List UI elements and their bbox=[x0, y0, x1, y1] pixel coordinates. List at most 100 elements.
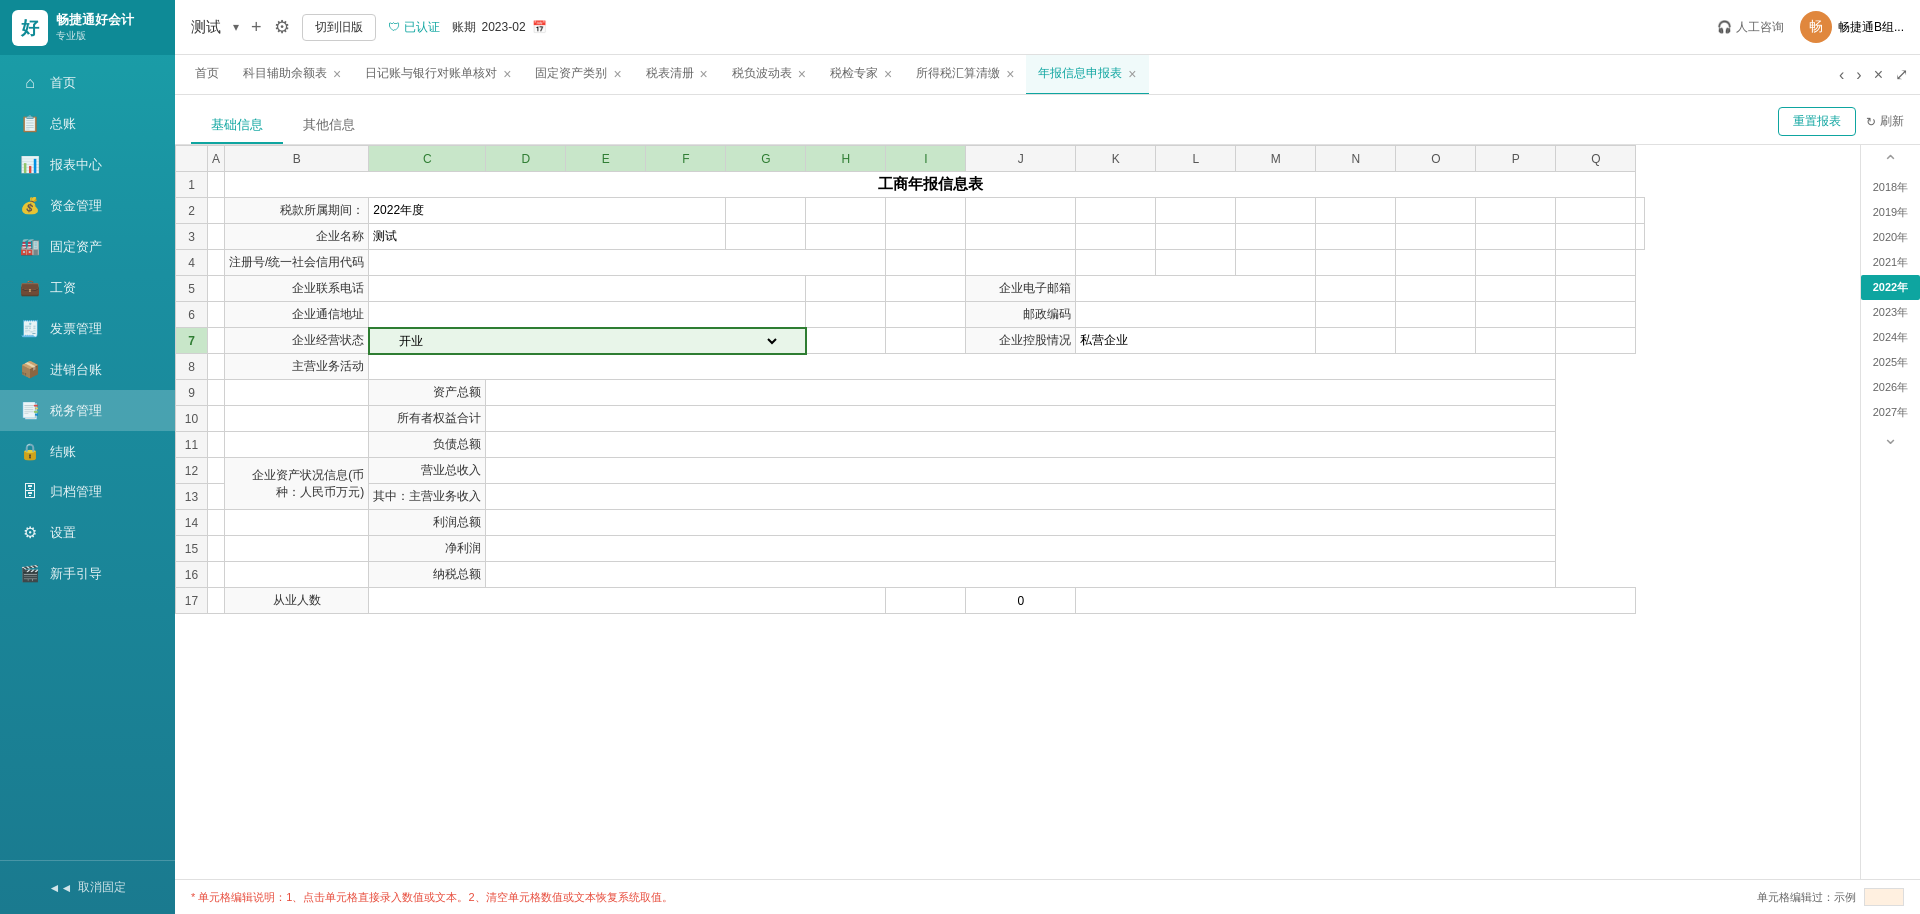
service-btn[interactable]: 🎧 人工咨询 bbox=[1717, 19, 1784, 36]
reset-report-btn[interactable]: 重置报表 bbox=[1778, 107, 1856, 136]
year-item-2022[interactable]: 2022年 bbox=[1861, 275, 1920, 300]
year-item-2023[interactable]: 2023年 bbox=[1861, 300, 1920, 325]
avatar: 畅 bbox=[1800, 11, 1832, 43]
table-row: 2 税款所属期间： 2022年度 bbox=[176, 198, 1645, 224]
sidebar-item-home[interactable]: ⌂ 首页 bbox=[0, 63, 175, 103]
tab-close-all-btn[interactable]: × bbox=[1870, 64, 1887, 86]
topbar: 测试 ▾ + ⚙ 切到旧版 🛡 已认证 账期 2023-02 📅 🎧 人工咨询 … bbox=[175, 0, 1920, 55]
sidebar-label-purchase-sales: 进销台账 bbox=[50, 361, 102, 379]
tab-fixed-asset-cat[interactable]: 固定资产类别 × bbox=[523, 55, 633, 95]
col-header-L[interactable]: L bbox=[1156, 146, 1236, 172]
close-tab-tax-expert[interactable]: × bbox=[884, 66, 892, 82]
sub-tab-actions: 重置报表 ↻ 刷新 bbox=[1778, 107, 1904, 144]
topbar-period: 账期 2023-02 📅 bbox=[452, 19, 547, 36]
topbar-right: 🎧 人工咨询 畅 畅捷通B组... bbox=[1717, 11, 1904, 43]
col-header-D[interactable]: D bbox=[486, 146, 566, 172]
topbar-add-btn[interactable]: + bbox=[251, 17, 262, 38]
col-header-G[interactable]: G bbox=[726, 146, 806, 172]
tab-tax-expert[interactable]: 税检专家 × bbox=[818, 55, 904, 95]
sidebar-label-salary: 工资 bbox=[50, 279, 76, 297]
col-header-F[interactable]: F bbox=[646, 146, 726, 172]
topbar-settings-btn[interactable]: ⚙ bbox=[274, 16, 290, 38]
close-tab-journal-bank[interactable]: × bbox=[503, 66, 511, 82]
sidebar-item-salary[interactable]: 💼 工资 bbox=[0, 267, 175, 308]
year-item-2026[interactable]: 2026年 bbox=[1861, 375, 1920, 400]
sheet-title[interactable]: 工商年报信息表 bbox=[225, 172, 1636, 198]
year-item-2027[interactable]: 2027年 bbox=[1861, 400, 1920, 425]
sub-tab-basic[interactable]: 基础信息 bbox=[191, 108, 283, 144]
sheet-table: A B C D E F G H I J K L M bbox=[175, 145, 1645, 614]
tab-income-tax[interactable]: 所得税汇算清缴 × bbox=[904, 55, 1026, 95]
sidebar-item-fixed-assets[interactable]: 🏭 固定资产 bbox=[0, 226, 175, 267]
sub-tab-other[interactable]: 其他信息 bbox=[283, 108, 375, 144]
col-header-B[interactable]: B bbox=[225, 146, 369, 172]
year-panel-scroll-down-btn[interactable]: ⌄ bbox=[1881, 425, 1900, 451]
sidebar-label-closing: 结账 bbox=[50, 443, 76, 461]
col-header-C[interactable]: C bbox=[369, 146, 486, 172]
col-header-E[interactable]: E bbox=[566, 146, 646, 172]
topbar-title: 测试 bbox=[191, 18, 221, 37]
close-tab-income-tax[interactable]: × bbox=[1006, 66, 1014, 82]
tab-home[interactable]: 首页 bbox=[183, 55, 231, 95]
close-tab-aux-balance[interactable]: × bbox=[333, 66, 341, 82]
table-row: 3 企业名称 测试 bbox=[176, 224, 1645, 250]
sidebar-icon-fixed-assets: 🏭 bbox=[20, 237, 40, 256]
tab-aux-balance[interactable]: 科目辅助余额表 × bbox=[231, 55, 353, 95]
col-header-J[interactable]: J bbox=[966, 146, 1076, 172]
col-header-A[interactable]: A bbox=[208, 146, 225, 172]
col-header-M[interactable]: M bbox=[1236, 146, 1316, 172]
sidebar-bottom: ◄◄ 取消固定 bbox=[0, 860, 175, 914]
year-item-2021[interactable]: 2021年 bbox=[1861, 250, 1920, 275]
user-profile[interactable]: 畅 畅捷通B组... bbox=[1800, 11, 1904, 43]
year-panel-scroll-up-btn[interactable]: ⌃ bbox=[1881, 149, 1900, 175]
sidebar-item-closing[interactable]: 🔒 结账 bbox=[0, 431, 175, 472]
switch-old-version-btn[interactable]: 切到旧版 bbox=[302, 14, 376, 41]
close-tab-tax-return[interactable]: × bbox=[700, 66, 708, 82]
col-header-P[interactable]: P bbox=[1476, 146, 1556, 172]
table-row: 16 纳税总额 bbox=[176, 562, 1645, 588]
col-header-Q[interactable]: Q bbox=[1556, 146, 1636, 172]
business-status-dropdown[interactable]: 开业 注销 吊销 迁出 撤销 bbox=[374, 333, 801, 349]
table-row: 6 企业通信地址 邮政编码 bbox=[176, 302, 1645, 328]
col-header-O[interactable]: O bbox=[1396, 146, 1476, 172]
year-item-2018[interactable]: 2018年 bbox=[1861, 175, 1920, 200]
year-item-2019[interactable]: 2019年 bbox=[1861, 200, 1920, 225]
tab-annual-report[interactable]: 年报信息申报表 × bbox=[1026, 55, 1148, 95]
table-row: 15 净利润 bbox=[176, 536, 1645, 562]
col-header-I[interactable]: I bbox=[886, 146, 966, 172]
table-row: 7 企业经营状态 开业 注销 吊销 迁出 bbox=[176, 328, 1645, 354]
sidebar-item-settings[interactable]: ⚙ 设置 bbox=[0, 512, 175, 553]
example-cell-preview bbox=[1864, 888, 1904, 906]
sidebar-item-funds[interactable]: 💰 资金管理 bbox=[0, 185, 175, 226]
year-item-2020[interactable]: 2020年 bbox=[1861, 225, 1920, 250]
calendar-icon[interactable]: 📅 bbox=[532, 20, 547, 34]
close-tab-annual-report[interactable]: × bbox=[1128, 66, 1136, 82]
tab-tax-risk[interactable]: 税负波动表 × bbox=[720, 55, 818, 95]
sidebar-item-purchase-sales[interactable]: 📦 进销台账 bbox=[0, 349, 175, 390]
sidebar-collapse-btn[interactable]: ◄◄ 取消固定 bbox=[0, 869, 175, 906]
col-header-N[interactable]: N bbox=[1316, 146, 1396, 172]
sidebar-item-guide[interactable]: 🎬 新手引导 bbox=[0, 553, 175, 594]
sidebar-item-reports[interactable]: 📊 报表中心 bbox=[0, 144, 175, 185]
sidebar-item-ledger[interactable]: 📋 总账 bbox=[0, 103, 175, 144]
tab-expand-btn[interactable]: ⤢ bbox=[1891, 63, 1912, 86]
spreadsheet-container[interactable]: A B C D E F G H I J K L M bbox=[175, 145, 1860, 879]
sidebar-item-tax[interactable]: 📑 税务管理 bbox=[0, 390, 175, 431]
topbar-dropdown-icon[interactable]: ▾ bbox=[233, 20, 239, 34]
refresh-btn[interactable]: ↻ 刷新 bbox=[1866, 113, 1904, 130]
tab-journal-bank[interactable]: 日记账与银行对账单核对 × bbox=[353, 55, 523, 95]
spreadsheet-wrapper: A B C D E F G H I J K L M bbox=[175, 145, 1920, 879]
tab-next-btn[interactable]: › bbox=[1852, 64, 1865, 86]
year-item-2025[interactable]: 2025年 bbox=[1861, 350, 1920, 375]
close-tab-tax-risk[interactable]: × bbox=[798, 66, 806, 82]
close-tab-fixed-asset-cat[interactable]: × bbox=[613, 66, 621, 82]
tab-prev-btn[interactable]: ‹ bbox=[1835, 64, 1848, 86]
col-header-K[interactable]: K bbox=[1076, 146, 1156, 172]
sidebar-item-archive[interactable]: 🗄 归档管理 bbox=[0, 472, 175, 512]
tab-tax-return[interactable]: 税表清册 × bbox=[634, 55, 720, 95]
year-item-2024[interactable]: 2024年 bbox=[1861, 325, 1920, 350]
col-header-H[interactable]: H bbox=[806, 146, 886, 172]
sidebar-item-invoice[interactable]: 🧾 发票管理 bbox=[0, 308, 175, 349]
sub-tabs: 基础信息 其他信息 重置报表 ↻ 刷新 bbox=[175, 95, 1920, 145]
business-status-select[interactable]: 开业 注销 吊销 迁出 撤销 bbox=[395, 333, 779, 349]
